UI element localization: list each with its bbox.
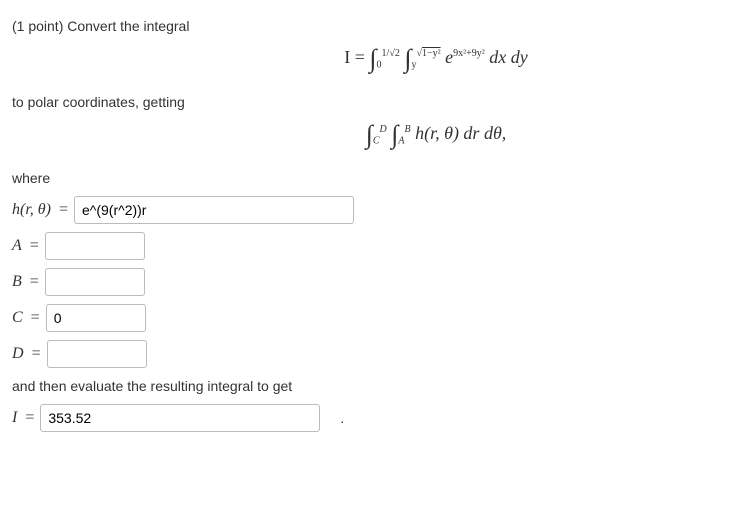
h-label: h(r, θ) (12, 201, 51, 219)
original-integral: I = ∫01/√2 ∫y√1−y² e9x²+9y² dx dy (12, 44, 740, 74)
integral-sign-1: ∫ (369, 44, 376, 73)
and-then-text: and then evaluate the resulting integral… (12, 378, 740, 394)
p-inner-low: A (398, 136, 404, 147)
lhs: I = (344, 47, 365, 67)
eq-sign: = (30, 237, 39, 255)
dxdy: dx dy (489, 47, 527, 67)
problem-header: (1 point) Convert the integral (12, 18, 740, 34)
eq-sign: = (30, 273, 39, 291)
a-input[interactable] (45, 232, 145, 260)
points-text: (1 point) (12, 18, 63, 34)
p-outer-low: C (373, 136, 380, 147)
eq-sign: = (31, 309, 40, 327)
p-integrand: h(r, θ) dr dθ, (415, 123, 506, 143)
integral-sign-3: ∫ (366, 120, 373, 149)
i-row: I = . (12, 404, 740, 432)
to-polar-text: to polar coordinates, getting (12, 94, 740, 110)
h-input[interactable] (74, 196, 354, 224)
i-input[interactable] (40, 404, 320, 432)
trailing-period: . (340, 410, 344, 426)
where-text: where (12, 170, 740, 186)
d-label: D (12, 345, 24, 363)
d-input[interactable] (47, 340, 147, 368)
d-row: D = (12, 340, 740, 368)
b-label: B (12, 273, 22, 291)
a-label: A (12, 237, 22, 255)
polar-integral: ∫CD ∫AB h(r, θ) dr dθ, (12, 120, 740, 150)
eq-sign: = (25, 409, 34, 427)
inner-low: y (411, 60, 416, 71)
inner-high: √1−y² (416, 48, 440, 59)
p-outer-high: D (380, 124, 387, 135)
h-row: h(r, θ) = (12, 196, 740, 224)
e-exp: 9x²+9y² (453, 48, 485, 59)
c-row: C = (12, 304, 740, 332)
c-label: C (12, 309, 23, 327)
a-row: A = (12, 232, 740, 260)
b-row: B = (12, 268, 740, 296)
b-input[interactable] (45, 268, 145, 296)
eq-sign: = (59, 201, 68, 219)
outer-high: 1/√2 (382, 48, 400, 59)
i-label: I (12, 409, 17, 427)
convert-text: Convert the integral (67, 18, 189, 34)
outer-low: 0 (377, 60, 382, 71)
e-base: e (445, 47, 453, 67)
eq-sign: = (32, 345, 41, 363)
c-input[interactable] (46, 304, 146, 332)
p-inner-high: B (404, 124, 410, 135)
